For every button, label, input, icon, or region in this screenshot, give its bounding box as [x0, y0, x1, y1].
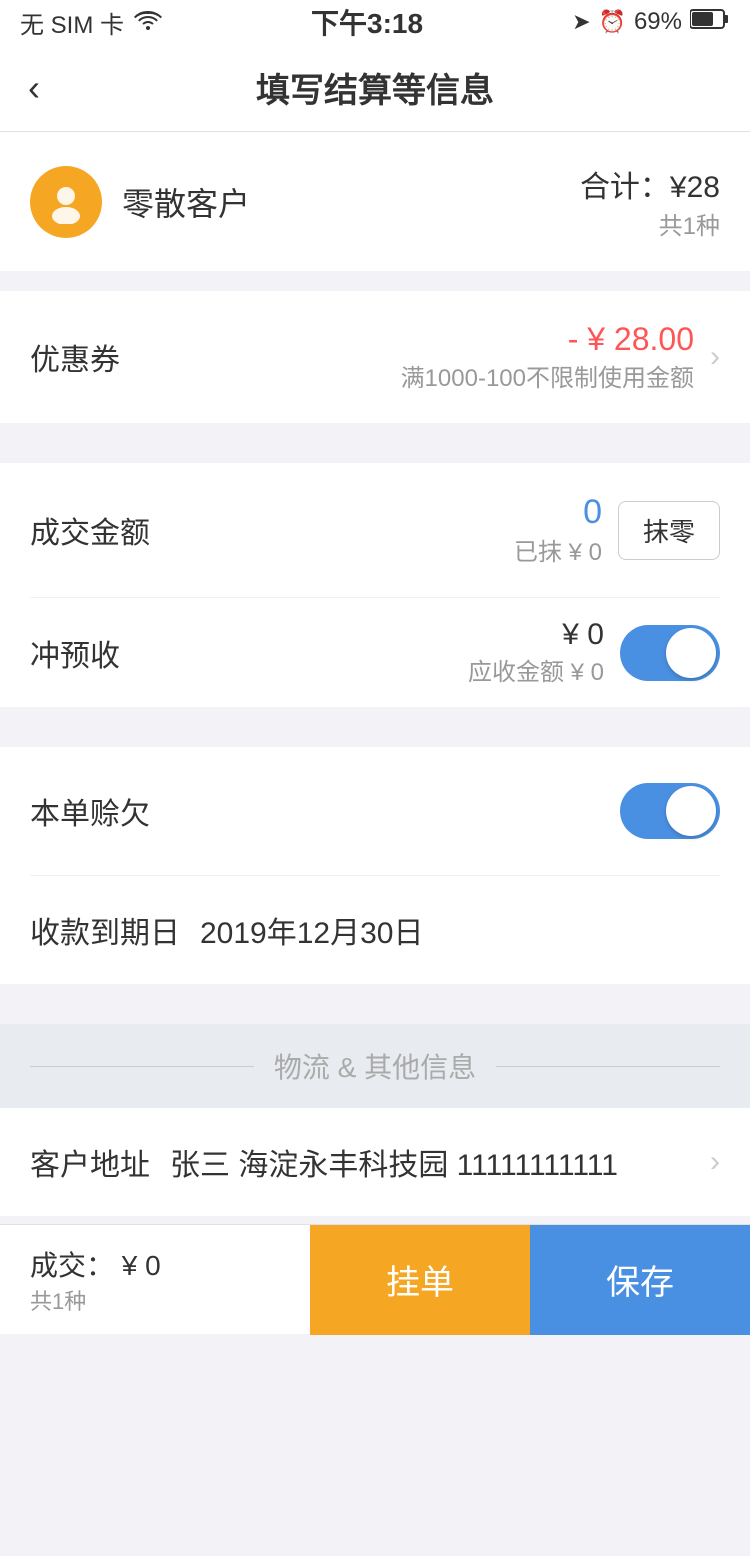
prepayment-right: ¥ 0 应收金额 ¥ 0 [468, 618, 720, 687]
bottom-info: 成交： ¥ 0 共1种 [0, 1244, 310, 1316]
carrier-text: 无 SIM 卡 [20, 5, 124, 40]
transaction-section: 成交金额 0 已抹 ¥ 0 抹零 冲预收 ¥ 0 应收金额 ¥ 0 [0, 463, 750, 707]
logistics-line-left [30, 1066, 254, 1067]
address-value: 张三 海淀永丰科技园 11111111111 [170, 1140, 710, 1184]
address-chevron-icon: › [710, 1145, 720, 1179]
prepayment-row: 冲预收 ¥ 0 应收金额 ¥ 0 [0, 598, 750, 707]
status-bar-left: 无 SIM 卡 [20, 5, 162, 40]
round-zero-button[interactable]: 抹零 [618, 501, 720, 560]
bottom-deal-row: 成交： ¥ 0 [30, 1244, 280, 1284]
address-label: 客户地址 [30, 1140, 150, 1184]
location-icon: ➤ [572, 9, 590, 35]
hang-button[interactable]: 挂单 [310, 1225, 530, 1335]
section-divider-2 [0, 727, 750, 747]
transaction-row: 成交金额 0 已抹 ¥ 0 抹零 [0, 463, 750, 597]
customer-summary: 合计：¥28 共1种 [580, 162, 720, 241]
section-divider-1 [0, 443, 750, 463]
coupon-label: 优惠券 [30, 335, 120, 379]
coupon-description: 满1000-100不限制使用金额 [401, 358, 694, 393]
transaction-label: 成交金额 [30, 508, 150, 552]
transaction-amount-col: 0 已抹 ¥ 0 [514, 493, 602, 567]
prepayment-label: 冲预收 [30, 631, 120, 675]
credit-label: 本单赊欠 [30, 789, 150, 833]
chevron-right-icon: › [710, 340, 720, 374]
customer-name: 零散客户 [122, 179, 250, 225]
bottom-count: 共1种 [30, 1284, 280, 1316]
credit-row: 本单赊欠 [0, 747, 750, 875]
credit-toggle-knob [666, 786, 716, 836]
prepayment-amount-main: ¥ 0 [468, 618, 604, 652]
bottom-bar: 成交： ¥ 0 共1种 挂单 保存 [0, 1224, 750, 1334]
coupon-right: - ¥ 28.00 满1000-100不限制使用金额 › [401, 321, 720, 393]
coupon-discount: - ¥ 28.00 [401, 321, 694, 358]
credit-toggle[interactable] [620, 783, 720, 839]
transaction-value[interactable]: 0 [542, 493, 602, 532]
coupon-content: - ¥ 28.00 满1000-100不限制使用金额 [401, 321, 694, 393]
prepayment-amounts: ¥ 0 应收金额 ¥ 0 [468, 618, 604, 687]
due-date-row: 收款到期日 2019年12月30日 [0, 876, 750, 984]
customer-avatar [30, 166, 102, 238]
bottom-deal-amount: ¥ 0 [122, 1250, 161, 1281]
status-bar: 无 SIM 卡 下午3:18 ➤ ⏰ 69% [0, 0, 750, 44]
status-bar-time: 下午3:18 [311, 2, 423, 42]
nav-bar: ‹ 填写结算等信息 [0, 44, 750, 132]
customer-left: 零散客户 [30, 166, 250, 238]
back-button[interactable]: ‹ [28, 67, 40, 109]
customer-count: 共1种 [580, 206, 720, 241]
section-divider-3 [0, 1004, 750, 1024]
credit-section: 本单赊欠 收款到期日 2019年12月30日 [0, 747, 750, 984]
coupon-row[interactable]: 优惠券 - ¥ 28.00 满1000-100不限制使用金额 › [0, 291, 750, 423]
logistics-line-right [496, 1066, 720, 1067]
page-title: 填写结算等信息 [256, 63, 494, 112]
due-date-label: 收款到期日 [30, 908, 180, 952]
status-bar-right: ➤ ⏰ 69% [572, 8, 730, 37]
coupon-section: 优惠券 - ¥ 28.00 满1000-100不限制使用金额 › [0, 291, 750, 423]
content-area: 零散客户 合计：¥28 共1种 优惠券 - ¥ 28.00 满1000-100不… [0, 132, 750, 1556]
transaction-right: 0 已抹 ¥ 0 抹零 [514, 493, 720, 567]
logistics-section-header: 物流 & 其他信息 [0, 1024, 750, 1108]
prepayment-toggle-knob [666, 628, 716, 678]
battery-text: 69% [634, 8, 682, 36]
customer-section: 零散客户 合计：¥28 共1种 [0, 132, 750, 271]
wifi-icon [134, 8, 162, 37]
bottom-deal-label: 成交： [30, 1250, 114, 1281]
customer-row: 零散客户 合计：¥28 共1种 [0, 132, 750, 271]
prepayment-amount-sub: 应收金额 ¥ 0 [468, 652, 604, 687]
address-section: 客户地址 张三 海淀永丰科技园 11111111111 › [0, 1108, 750, 1216]
address-row[interactable]: 客户地址 张三 海淀永丰科技园 11111111111 › [0, 1108, 750, 1216]
save-button[interactable]: 保存 [530, 1225, 750, 1335]
already-zeroed-label: 已抹 ¥ 0 [514, 532, 602, 567]
due-date-content: 收款到期日 2019年12月30日 [30, 908, 720, 952]
logistics-label: 物流 & 其他信息 [274, 1046, 476, 1086]
customer-total: 合计：¥28 [580, 162, 720, 206]
due-date-value[interactable]: 2019年12月30日 [200, 908, 423, 952]
battery-icon [690, 8, 730, 37]
alarm-icon: ⏰ [599, 9, 626, 35]
prepayment-toggle[interactable] [620, 625, 720, 681]
